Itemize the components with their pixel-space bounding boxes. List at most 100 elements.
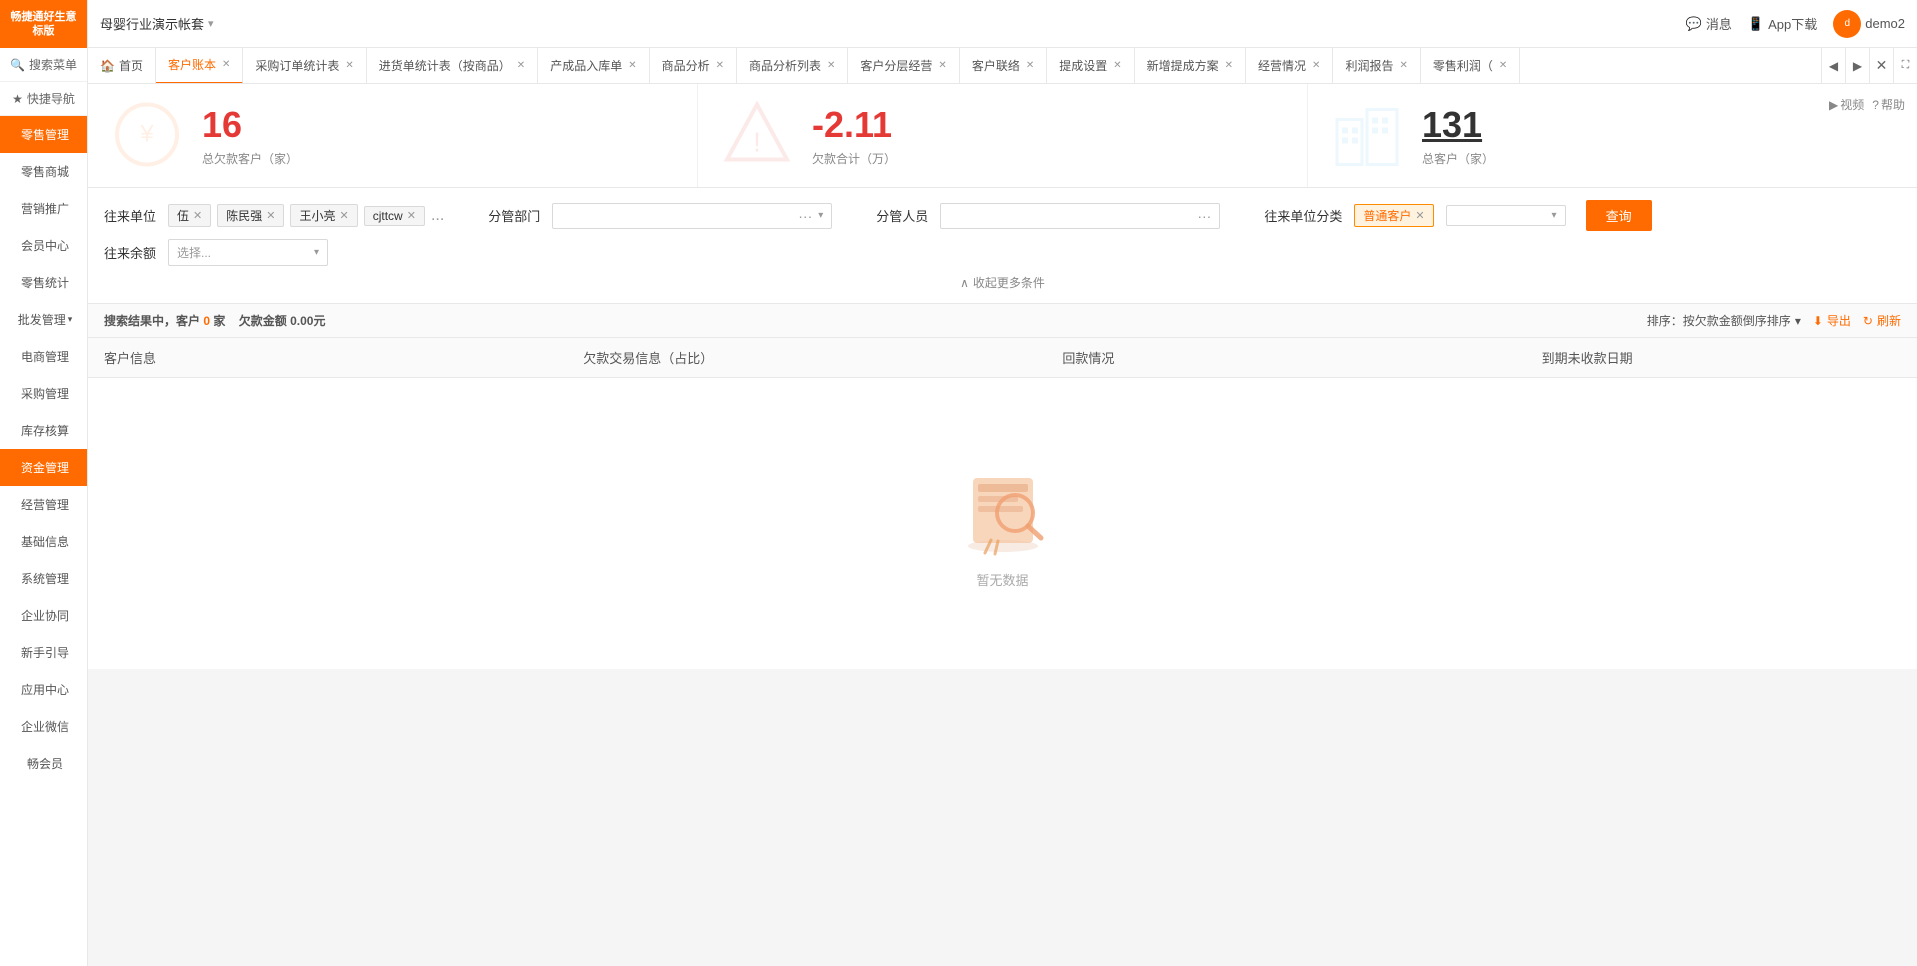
stat3-content: 131 总客户（家） [1422, 104, 1494, 167]
tab-close-product-analysis[interactable]: ✕ [716, 60, 724, 71]
tab-customer-tier[interactable]: 客户分层经营 ✕ [848, 48, 959, 84]
filter-category-tag-general[interactable]: 普通客户 ✕ [1354, 204, 1433, 227]
sidebar-item-enterprise-wx[interactable]: 企业微信 [0, 708, 87, 745]
export-button[interactable]: ⬇ 导出 [1813, 312, 1851, 329]
sidebar-item-app-center[interactable]: 应用中心 [0, 671, 87, 708]
sidebar-search[interactable]: 🔍 搜索菜单 [0, 48, 87, 82]
stat-block-customers: ¥ 16 总欠款客户（家） [88, 84, 698, 187]
sidebar-item-capital[interactable]: 资金管理 [0, 449, 87, 486]
filter-person-select[interactable]: ··· [940, 203, 1220, 229]
filter-category-select[interactable]: ▾ [1446, 205, 1566, 226]
sidebar-item-retail-mall[interactable]: 零售商城 [0, 153, 87, 190]
tab-profit-report[interactable]: 利润报告 ✕ [1333, 48, 1420, 84]
stat-help-buttons: ▶ 视频 ? 帮助 [1829, 96, 1905, 113]
tab-inventory-stats[interactable]: 进货单统计表（按商品） ✕ [367, 48, 538, 84]
sidebar-item-retail-stats[interactable]: 零售统计 [0, 264, 87, 301]
tab-close-all[interactable]: ✕ [1869, 48, 1893, 84]
download-icon: 📱 [1748, 16, 1764, 32]
home-icon: 🏠 [100, 59, 115, 73]
sort-selector[interactable]: 排序：按欠款金额倒序排序 ▾ [1647, 312, 1801, 329]
tab-close-business-status[interactable]: ✕ [1312, 60, 1320, 71]
stat1-content: 16 总欠款客户（家） [202, 104, 298, 167]
result-count: 0 [203, 314, 210, 328]
tab-close-inventory-stats[interactable]: ✕ [517, 60, 525, 71]
top-header: 母婴行业演示帐套 ▾ 💬 消息 📱 App下载 d demo2 [88, 0, 1917, 48]
sidebar-item-sys-mgmt[interactable]: 系统管理 [0, 560, 87, 597]
filter-tag-chen-close[interactable]: ✕ [266, 209, 275, 222]
sidebar-item-marketing[interactable]: 营销推广 [0, 190, 87, 227]
filter-balance-select[interactable]: 选择... ▾ [168, 239, 328, 266]
tab-maximize[interactable]: ⛶ [1893, 48, 1917, 84]
tab-close-purchase-orders[interactable]: ✕ [345, 60, 353, 71]
empty-state: 暂无数据 [88, 378, 1917, 669]
tab-new-achievement[interactable]: 新增提成方案 ✕ [1135, 48, 1246, 84]
tab-close-profit-report[interactable]: ✕ [1399, 60, 1407, 71]
empty-icon [943, 458, 1063, 558]
filter-category-tag-close[interactable]: ✕ [1415, 209, 1424, 222]
sidebar-item-ops[interactable]: 经营管理 [0, 486, 87, 523]
sidebar-item-purchase-mgmt[interactable]: 采购管理 [0, 375, 87, 412]
tab-product-analysis[interactable]: 商品分析 ✕ [650, 48, 737, 84]
sidebar-item-ecommerce[interactable]: 电商管理 [0, 338, 87, 375]
tab-close-new-achievement[interactable]: ✕ [1225, 60, 1233, 71]
filter-tag-wang[interactable]: 王小亮 ✕ [290, 204, 357, 227]
tab-close-accounts[interactable]: ✕ [222, 59, 230, 70]
query-button[interactable]: 查询 [1586, 200, 1652, 231]
video-help-button[interactable]: ▶ 视频 [1829, 96, 1864, 113]
sidebar-item-basic-info[interactable]: 基础信息 [0, 523, 87, 560]
filter-tag-wang-close[interactable]: ✕ [340, 209, 349, 222]
filter-tag-wu[interactable]: 伍 ✕ [168, 204, 211, 227]
tab-business-status[interactable]: 经营情况 ✕ [1246, 48, 1333, 84]
sidebar-item-vip[interactable]: 畅会员 [0, 745, 87, 782]
search-result-text: 搜索结果中，客户 0 家 欠款金额 0.00元 [104, 312, 325, 329]
table-header: 客户信息 欠款交易信息（占比） 回款情况 到期未收款日期 [88, 338, 1917, 378]
app-download-button[interactable]: 📱 App下载 [1748, 14, 1817, 33]
stat3-value: 131 [1422, 104, 1494, 146]
tab-close-production-in[interactable]: ✕ [628, 60, 636, 71]
tab-close-customer-contact[interactable]: ✕ [1026, 60, 1034, 71]
tab-scroll-right[interactable]: ▶ [1845, 48, 1869, 84]
filter-tag-wu-close[interactable]: ✕ [193, 209, 202, 222]
sidebar-logo: 畅捷通好生意 标版 [0, 0, 87, 48]
sidebar-quick-nav[interactable]: ★ 快捷导航 [0, 82, 87, 116]
tab-product-analysis-list[interactable]: 商品分析列表 ✕ [737, 48, 848, 84]
tab-home[interactable]: 🏠 首页 [88, 48, 156, 84]
tab-close-product-analysis-list[interactable]: ✕ [827, 60, 835, 71]
filter-tag-cjttcw[interactable]: cjttcw ✕ [364, 206, 425, 226]
avatar: d [1833, 10, 1861, 38]
help-button[interactable]: ? 帮助 [1872, 96, 1905, 113]
refresh-button[interactable]: ↻ 刷新 [1863, 312, 1901, 329]
sidebar-item-inventory[interactable]: 库存核算 [0, 412, 87, 449]
filter-tag-cjttcw-close[interactable]: ✕ [407, 209, 416, 222]
tab-retail-profit[interactable]: 零售利润（ ✕ [1421, 48, 1520, 84]
tab-close-customer-tier[interactable]: ✕ [938, 60, 946, 71]
result-actions: 排序：按欠款金额倒序排序 ▾ ⬇ 导出 ↻ 刷新 [1647, 312, 1901, 329]
filter-unit-more[interactable]: ... [431, 207, 444, 225]
tab-accounts[interactable]: 客户账本 ✕ [156, 48, 243, 84]
stat-block-debt: ! -2.11 欠款合计（万） [698, 84, 1308, 187]
tab-scroll-left[interactable]: ◀ [1821, 48, 1845, 84]
tab-close-reminder-settings[interactable]: ✕ [1113, 60, 1121, 71]
tab-reminder-settings[interactable]: 提成设置 ✕ [1047, 48, 1134, 84]
collapse-button[interactable]: ∧ 收起更多条件 [960, 274, 1045, 291]
tab-production-in[interactable]: 产成品入库单 ✕ [538, 48, 649, 84]
filter-tag-chen[interactable]: 陈民强 ✕ [217, 204, 284, 227]
sidebar-item-member-center[interactable]: 会员中心 [0, 227, 87, 264]
stat1-value: 16 [202, 104, 298, 146]
filter-category-tags: 普通客户 ✕ [1354, 204, 1433, 227]
filter-unit-label: 往来单位 [104, 206, 156, 225]
sort-label: 排序：按欠款金额倒序排序 [1647, 312, 1791, 329]
workspace-selector[interactable]: 母婴行业演示帐套 ▾ [100, 14, 214, 33]
filter-dept-select[interactable]: ··· ▾ [552, 203, 832, 229]
tab-purchase-orders[interactable]: 采购订单统计表 ✕ [243, 48, 366, 84]
stat2-value: -2.11 [812, 104, 896, 146]
tab-close-retail-profit[interactable]: ✕ [1499, 60, 1507, 71]
tab-customer-contact[interactable]: 客户联络 ✕ [960, 48, 1047, 84]
message-button[interactable]: 💬 消息 [1686, 14, 1732, 33]
sidebar-item-enterprise[interactable]: 企业协同 [0, 597, 87, 634]
sidebar-item-retail-mgmt[interactable]: 零售管理 [0, 116, 87, 153]
export-icon: ⬇ [1813, 314, 1823, 328]
user-profile[interactable]: d demo2 [1833, 10, 1905, 38]
sidebar-item-batch-mgmt[interactable]: 批发管理 ▾ [0, 301, 87, 338]
sidebar-item-new-guide[interactable]: 新手引导 [0, 634, 87, 671]
